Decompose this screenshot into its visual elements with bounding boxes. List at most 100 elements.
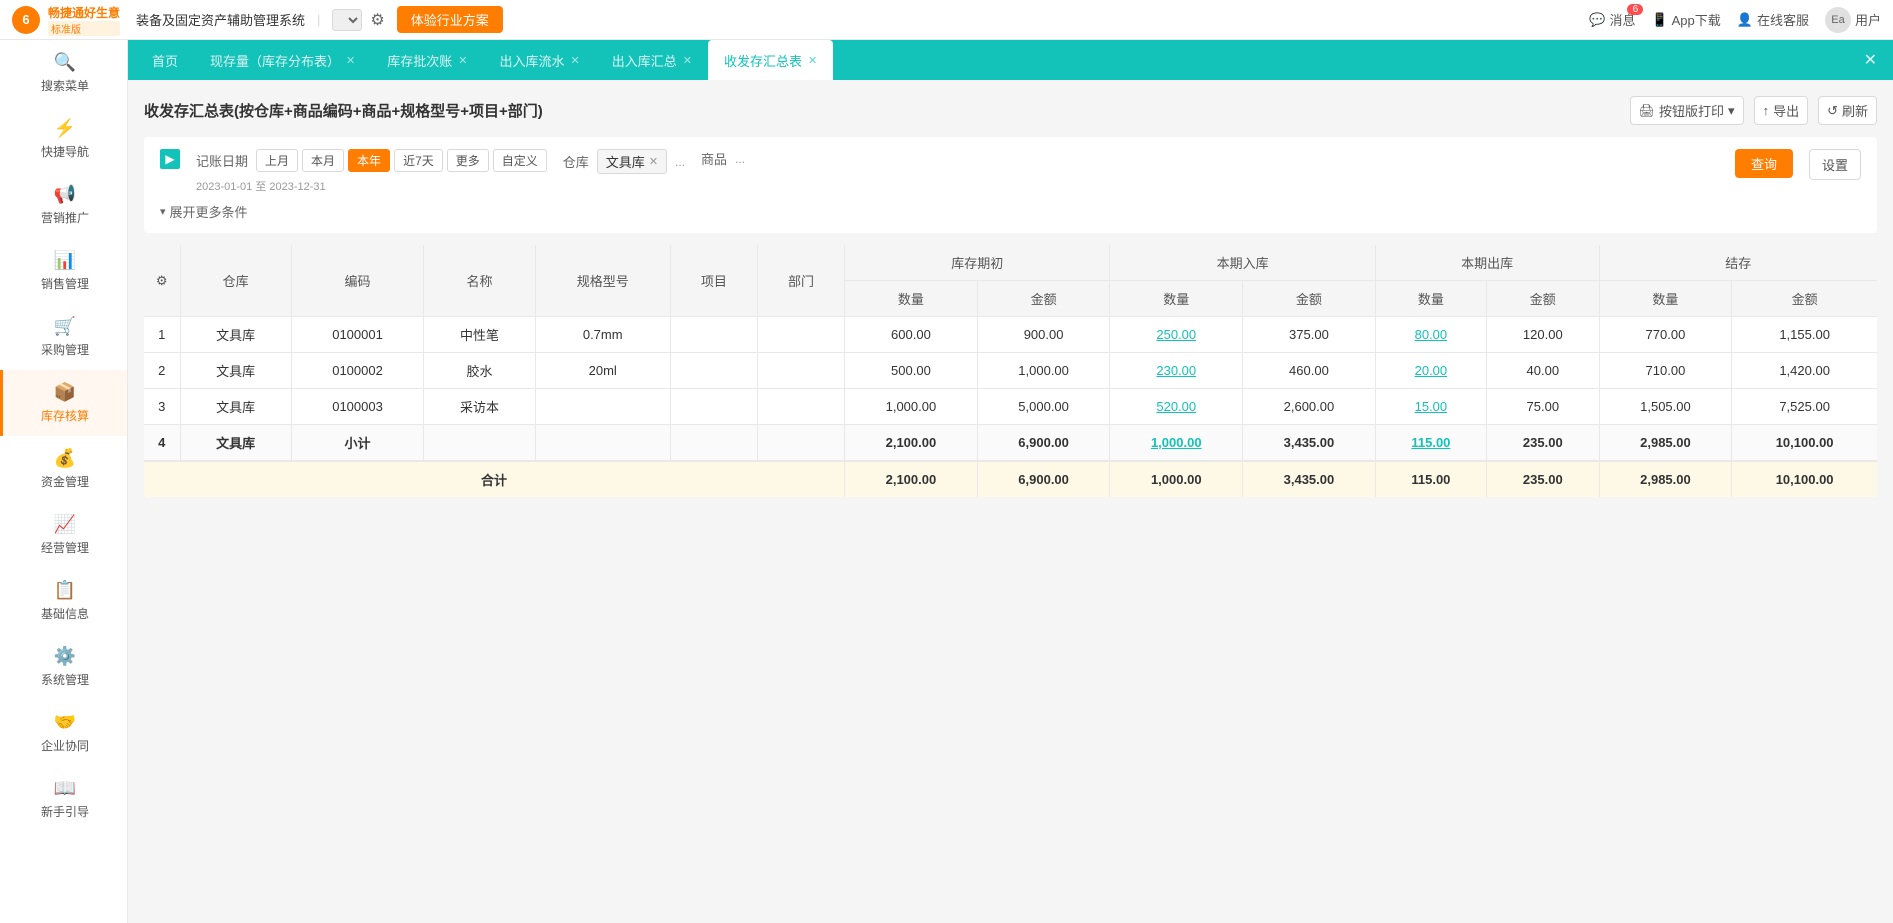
date-btn-custom[interactable]: 自定义 [493,149,547,172]
marketing-icon: 📢 [54,184,76,205]
tab-receive-send-summary[interactable]: 收发存汇总表 ✕ [708,40,833,80]
tab-inout-summary[interactable]: 出入库汇总 ✕ [596,40,708,80]
total-out-amt: 235.00 [1487,461,1600,497]
date-btn-7days[interactable]: 近7天 [394,149,443,172]
row2-in-qty[interactable]: 230.00 [1110,353,1243,389]
sidebar-item-system[interactable]: ⚙️ 系统管理 [0,634,127,700]
tab-close-inout-flow[interactable]: ✕ [571,54,580,67]
sidebar-item-collab[interactable]: 🤝 企业协同 [0,700,127,766]
tab-home[interactable]: 首页 [136,40,194,80]
row3-open-amt: 5,000.00 [977,389,1110,425]
tab-close-receive-send[interactable]: ✕ [808,54,817,67]
row1-open-qty: 600.00 [845,317,978,353]
subtotal-in-qty[interactable]: 1,000.00 [1110,425,1243,462]
export-button[interactable]: ↑ 导出 [1754,96,1809,125]
sidebar-item-search[interactable]: 🔍 搜索菜单 [0,40,127,106]
tab-close-batch-ledger[interactable]: ✕ [458,54,467,67]
message-badge: 6 [1627,4,1643,15]
goods-more[interactable]: ... [735,152,745,166]
row3-open-qty: 1,000.00 [845,389,978,425]
row3-name: 采访本 [424,389,535,425]
download-button[interactable]: 📱 App下载 [1651,10,1720,29]
table-row: 2 文具库 0100002 胶水 20ml 500.00 1,000.00 23… [144,353,1877,389]
row3-warehouse: 文具库 [180,389,291,425]
row3-in-qty[interactable]: 520.00 [1110,389,1243,425]
system-selector[interactable] [332,9,362,31]
refresh-button[interactable]: ↺ 刷新 [1818,96,1877,125]
message-button[interactable]: 💬 消息 6 [1589,10,1635,29]
row3-spec [535,389,670,425]
total-in-qty: 1,000.00 [1110,461,1243,497]
service-button[interactable]: 👤 在线客服 [1737,10,1809,29]
row1-code: 0100001 [291,317,424,353]
trial-button[interactable]: 体验行业方案 [397,6,503,33]
th-bal-amt: 金额 [1732,281,1877,317]
sidebar-item-quicknav[interactable]: ⚡ 快捷导航 [0,106,127,172]
sidebar-label-system: 系统管理 [41,671,89,688]
print-button[interactable]: 🖨 按钮版打印 ▾ [1630,96,1744,125]
date-btn-more[interactable]: 更多 [447,149,489,172]
subtotal-out-qty[interactable]: 115.00 [1375,425,1486,462]
tab-close-inventory-dist[interactable]: ✕ [346,54,355,67]
date-btn-thismonth[interactable]: 本月 [302,149,344,172]
tab-batch-ledger[interactable]: 库存批次账 ✕ [371,40,483,80]
date-btn-thisyear[interactable]: 本年 [348,149,390,172]
expand-more-conditions[interactable]: ▾ 展开更多条件 [160,202,1861,221]
tab-bar-close-button[interactable]: ✕ [1856,50,1885,70]
total-open-qty: 2,100.00 [845,461,978,497]
warehouse-more[interactable]: ... [675,155,685,169]
sidebar-label-marketing: 营销推广 [41,209,89,226]
guide-icon: 📖 [54,778,76,799]
warehouse-tag-close[interactable]: ✕ [649,155,658,168]
row1-project [670,317,757,353]
gear-icon[interactable]: ⚙ [370,10,384,30]
sidebar-item-finance[interactable]: 💰 资金管理 [0,436,127,502]
row1-in-qty[interactable]: 250.00 [1110,317,1243,353]
row1-out-qty[interactable]: 80.00 [1375,317,1486,353]
tab-close-inout-summary[interactable]: ✕ [683,54,692,67]
tab-inout-flow[interactable]: 出入库流水 ✕ [483,40,595,80]
warehouse-filter-label: 仓库 [563,152,589,171]
sidebar: 🔍 搜索菜单 ⚡ 快捷导航 📢 营销推广 📊 销售管理 🛒 采购管理 📦 库存核… [0,40,128,923]
filter-expand-button[interactable]: ▶ [160,149,180,169]
subtotal-project [670,425,757,462]
data-table-container: ⚙ 仓库 编码 名称 规格型号 项目 部门 库存期初 本期入库 本期出库 结存 [144,245,1877,497]
total-out-qty: 115.00 [1375,461,1486,497]
sidebar-item-guide[interactable]: 📖 新手引导 [0,766,127,832]
subtotal-no: 4 [144,425,180,462]
user-button[interactable]: Ea 用户 [1825,7,1881,33]
sidebar-item-basic[interactable]: 📋 基础信息 [0,568,127,634]
subtotal-row: 4 文具库 小计 2,100.00 6,900.00 1,000.00 3,43… [144,425,1877,462]
row1-out-amt: 120.00 [1487,317,1600,353]
th-open-qty: 数量 [845,281,978,317]
purchase-icon: 🛒 [54,316,76,337]
search-icon: 🔍 [54,52,76,73]
sidebar-item-marketing[interactable]: 📢 营销推广 [0,172,127,238]
content-area: 首页 现存量（库存分布表） ✕ 库存批次账 ✕ 出入库流水 ✕ 出入库汇总 ✕ … [128,40,1893,923]
sidebar-item-inventory[interactable]: 📦 库存核算 [0,370,127,436]
row2-bal-qty: 710.00 [1599,353,1732,389]
sidebar-item-purchase[interactable]: 🛒 采购管理 [0,304,127,370]
sidebar-item-operations[interactable]: 📈 经营管理 [0,502,127,568]
sidebar-item-sales[interactable]: 📊 销售管理 [0,238,127,304]
date-btn-lastmonth[interactable]: 上月 [256,149,298,172]
total-open-amt: 6,900.00 [977,461,1110,497]
sidebar-label-basic: 基础信息 [41,605,89,622]
th-goods-spec: 规格型号 [535,245,670,317]
query-button[interactable]: 查询 [1735,149,1793,178]
app-name: 畅捷通好生意 [48,4,120,21]
th-project: 项目 [670,245,757,317]
subtotal-dept [757,425,844,462]
setting-button[interactable]: 设置 [1809,149,1861,180]
warehouse-tag[interactable]: 文具库 ✕ [597,149,667,174]
subtotal-spec [535,425,670,462]
row3-out-qty[interactable]: 15.00 [1375,389,1486,425]
row2-out-qty[interactable]: 20.00 [1375,353,1486,389]
sidebar-label-operations: 经营管理 [41,539,89,556]
tab-inventory-dist[interactable]: 现存量（库存分布表） ✕ [194,40,371,80]
expand-down-icon: ▾ [160,205,166,218]
page-actions: 🖨 按钮版打印 ▾ ↑ 导出 ↺ 刷新 [1630,96,1878,125]
row2-spec: 20ml [535,353,670,389]
th-settings[interactable]: ⚙ [144,245,180,317]
row3-no: 3 [144,389,180,425]
